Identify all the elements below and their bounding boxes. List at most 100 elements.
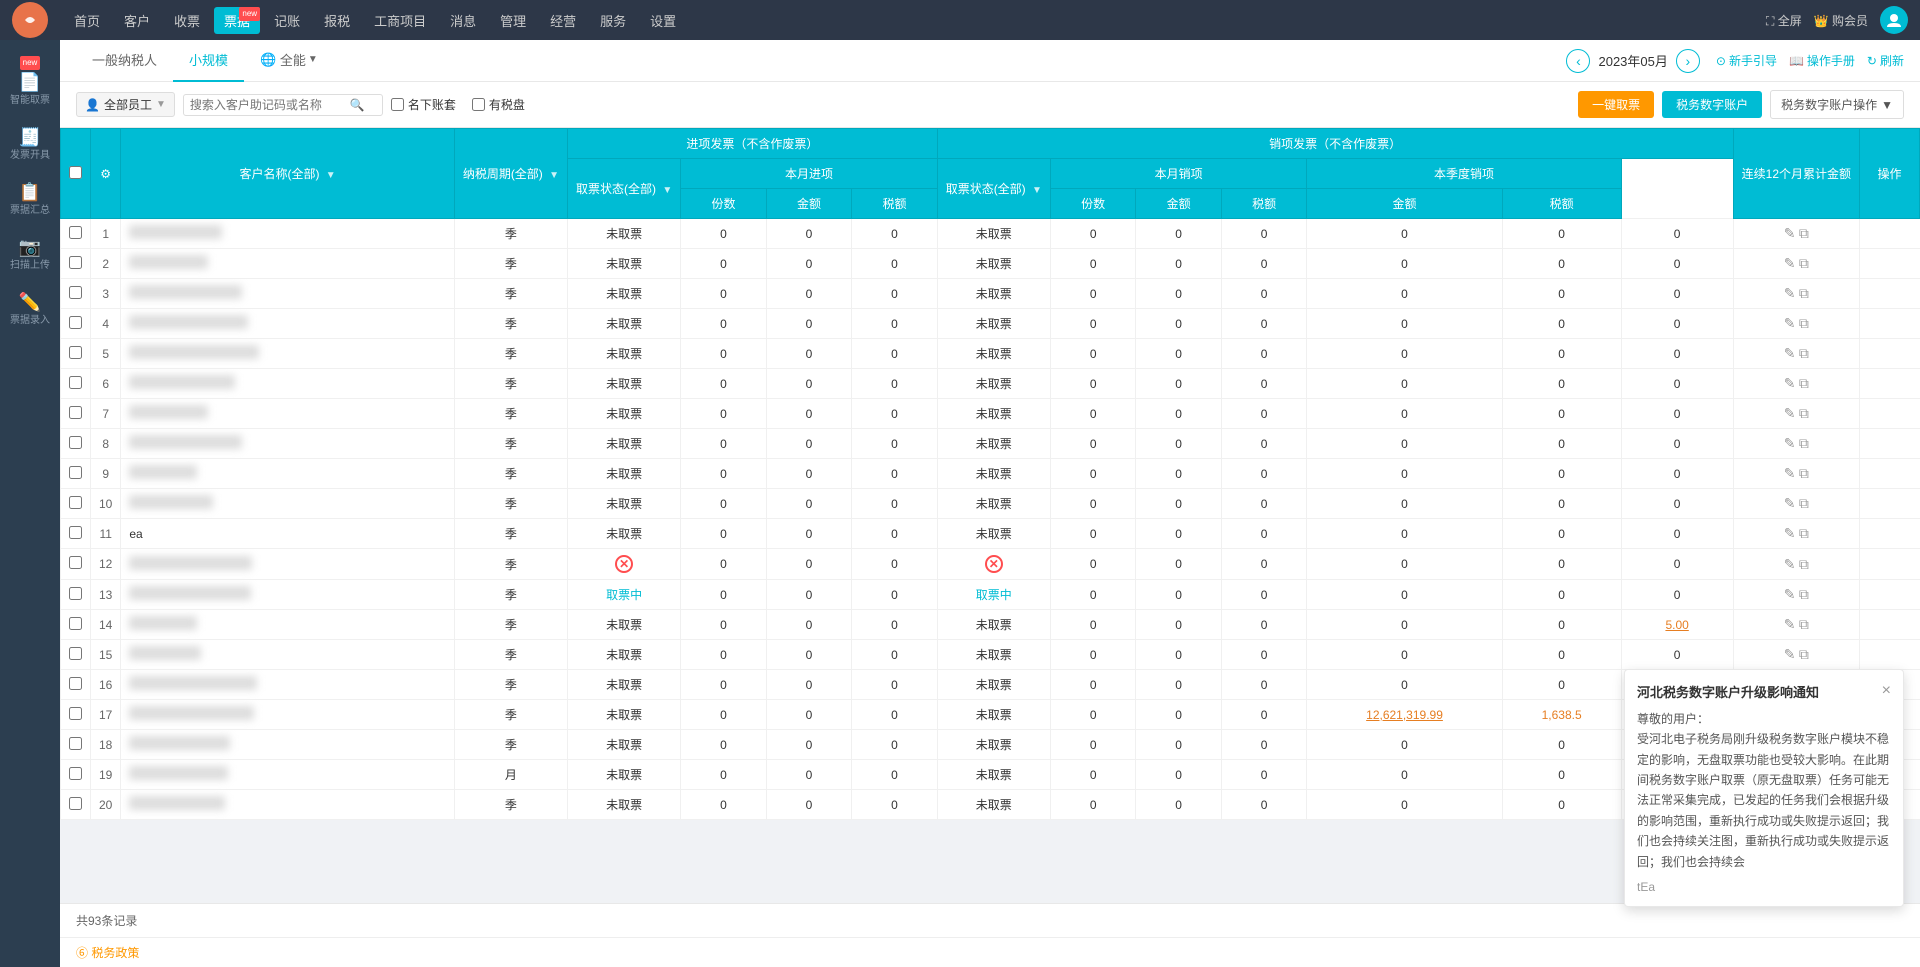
copy-icon[interactable]: ⧉ xyxy=(1799,525,1809,541)
tax-period-cell: 季 xyxy=(454,489,567,519)
error-status-icon: ✕ xyxy=(985,555,1003,573)
edit-icon[interactable]: ✎ xyxy=(1784,405,1796,421)
filter-has-taxdisk[interactable]: 有税盘 xyxy=(472,96,525,113)
nav-setting[interactable]: 设置 xyxy=(640,7,686,34)
row-checkbox[interactable] xyxy=(69,647,82,660)
next-month-button[interactable]: › xyxy=(1676,49,1700,73)
sidebar-item-scan[interactable]: 📷 扫描上传 xyxy=(3,229,57,280)
tab-small-scale[interactable]: 小规模 xyxy=(173,40,244,82)
copy-icon[interactable]: ⧉ xyxy=(1799,495,1809,511)
nav-manage[interactable]: 管理 xyxy=(490,7,536,34)
tax-digital-account-button[interactable]: 税务数字账户 xyxy=(1662,91,1762,118)
copy-icon[interactable]: ⧉ xyxy=(1799,285,1809,301)
manual-button[interactable]: 📖 操作手册 xyxy=(1789,52,1855,69)
row-checkbox[interactable] xyxy=(69,677,82,690)
sidebar-item-entry[interactable]: ✏️ 票据录入 xyxy=(3,284,57,335)
nav-accounting[interactable]: 记账 xyxy=(264,7,310,34)
row-checkbox[interactable] xyxy=(69,376,82,389)
tab-general-taxpayer[interactable]: 一般纳税人 xyxy=(76,40,173,82)
tax-policy-link[interactable]: ⑥ 税务政策 xyxy=(76,944,139,961)
nav-home[interactable]: 首页 xyxy=(64,7,110,34)
one-click-get-button[interactable]: 一键取票 xyxy=(1578,91,1654,118)
edit-icon[interactable]: ✎ xyxy=(1784,495,1796,511)
row-checkbox[interactable] xyxy=(69,226,82,239)
edit-icon[interactable]: ✎ xyxy=(1784,225,1796,241)
edit-icon[interactable]: ✎ xyxy=(1784,315,1796,331)
copy-icon[interactable]: ⧉ xyxy=(1799,315,1809,331)
search-icon[interactable]: 🔍 xyxy=(350,98,365,112)
has-taxdisk-checkbox[interactable] xyxy=(472,98,485,111)
cumulative-cell: 0 xyxy=(1621,519,1733,549)
copy-icon[interactable]: ⧉ xyxy=(1799,225,1809,241)
row-checkbox[interactable] xyxy=(69,346,82,359)
edit-icon[interactable]: ✎ xyxy=(1784,465,1796,481)
fullscreen-button[interactable]: ⛶ 全屏 xyxy=(1766,12,1802,29)
popup-close-button[interactable]: × xyxy=(1882,682,1891,700)
row-checkbox[interactable] xyxy=(69,737,82,750)
row-checkbox[interactable] xyxy=(69,496,82,509)
nav-collect[interactable]: 收票 xyxy=(164,7,210,34)
nav-business[interactable]: 工商项目 xyxy=(364,7,436,34)
edit-icon[interactable]: ✎ xyxy=(1784,556,1796,572)
employee-selector[interactable]: 👤 全部员工 ▼ xyxy=(76,92,175,117)
search-input[interactable] xyxy=(190,98,350,112)
nav-operation[interactable]: 经营 xyxy=(540,7,586,34)
row-checkbox[interactable] xyxy=(69,587,82,600)
row-checkbox[interactable] xyxy=(69,436,82,449)
edit-icon[interactable]: ✎ xyxy=(1784,285,1796,301)
filter-my-accounts[interactable]: 名下账套 xyxy=(391,96,456,113)
edit-icon[interactable]: ✎ xyxy=(1784,646,1796,662)
input-amount-cell: 0 xyxy=(766,640,851,670)
copy-icon[interactable]: ⧉ xyxy=(1799,646,1809,662)
member-button[interactable]: 👑 购会员 xyxy=(1814,12,1868,29)
row-checkbox[interactable] xyxy=(69,797,82,810)
copy-icon[interactable]: ⧉ xyxy=(1799,586,1809,602)
tax-digital-account-operation-button[interactable]: 税务数字账户操作 ▼ xyxy=(1770,90,1904,119)
edit-icon[interactable]: ✎ xyxy=(1784,525,1796,541)
tab-all[interactable]: 🌐 全能 ▼ xyxy=(244,40,334,82)
row-checkbox[interactable] xyxy=(69,767,82,780)
copy-icon[interactable]: ⧉ xyxy=(1799,556,1809,572)
output-status-cell: 未取票 xyxy=(937,730,1050,760)
refresh-button[interactable]: ↻ 刷新 xyxy=(1867,52,1904,69)
copy-icon[interactable]: ⧉ xyxy=(1799,616,1809,632)
select-all-checkbox[interactable] xyxy=(69,166,82,179)
sub-nav-actions: ⊙ 新手引导 📖 操作手册 ↻ 刷新 xyxy=(1716,52,1904,69)
row-checkbox[interactable] xyxy=(69,316,82,329)
copy-icon[interactable]: ⧉ xyxy=(1799,255,1809,271)
nav-client[interactable]: 客户 xyxy=(114,7,160,34)
nav-tax[interactable]: 报税 xyxy=(314,7,360,34)
edit-icon[interactable]: ✎ xyxy=(1784,345,1796,361)
row-checkbox[interactable] xyxy=(69,406,82,419)
edit-icon[interactable]: ✎ xyxy=(1784,255,1796,271)
my-accounts-checkbox[interactable] xyxy=(391,98,404,111)
guide-button[interactable]: ⊙ 新手引导 xyxy=(1716,52,1777,69)
copy-icon[interactable]: ⧉ xyxy=(1799,435,1809,451)
nav-message[interactable]: 消息 xyxy=(440,7,486,34)
row-checkbox[interactable] xyxy=(69,256,82,269)
row-checkbox[interactable] xyxy=(69,526,82,539)
quarter-amount-value[interactable]: 12,621,319.99 xyxy=(1366,708,1443,722)
row-checkbox[interactable] xyxy=(69,707,82,720)
settings-icon[interactable]: ⚙ xyxy=(100,167,111,181)
row-checkbox[interactable] xyxy=(69,617,82,630)
edit-icon[interactable]: ✎ xyxy=(1784,435,1796,451)
copy-icon[interactable]: ⧉ xyxy=(1799,375,1809,391)
copy-icon[interactable]: ⧉ xyxy=(1799,345,1809,361)
sidebar-item-summary[interactable]: 📋 票据汇总 xyxy=(3,174,57,225)
edit-icon[interactable]: ✎ xyxy=(1784,616,1796,632)
cumulative-value[interactable]: 5.00 xyxy=(1665,618,1688,632)
copy-icon[interactable]: ⧉ xyxy=(1799,405,1809,421)
user-avatar[interactable] xyxy=(1880,6,1908,34)
row-checkbox[interactable] xyxy=(69,466,82,479)
row-checkbox[interactable] xyxy=(69,556,82,569)
prev-month-button[interactable]: ‹ xyxy=(1566,49,1590,73)
copy-icon[interactable]: ⧉ xyxy=(1799,465,1809,481)
nav-service[interactable]: 服务 xyxy=(590,7,636,34)
nav-invoice[interactable]: 票据 new xyxy=(214,7,260,34)
sidebar-item-smart-invoice[interactable]: new 📄 智能取票 xyxy=(3,48,57,115)
row-checkbox[interactable] xyxy=(69,286,82,299)
edit-icon[interactable]: ✎ xyxy=(1784,586,1796,602)
sidebar-item-open-invoice[interactable]: 🧾 发票开具 xyxy=(3,119,57,170)
edit-icon[interactable]: ✎ xyxy=(1784,375,1796,391)
